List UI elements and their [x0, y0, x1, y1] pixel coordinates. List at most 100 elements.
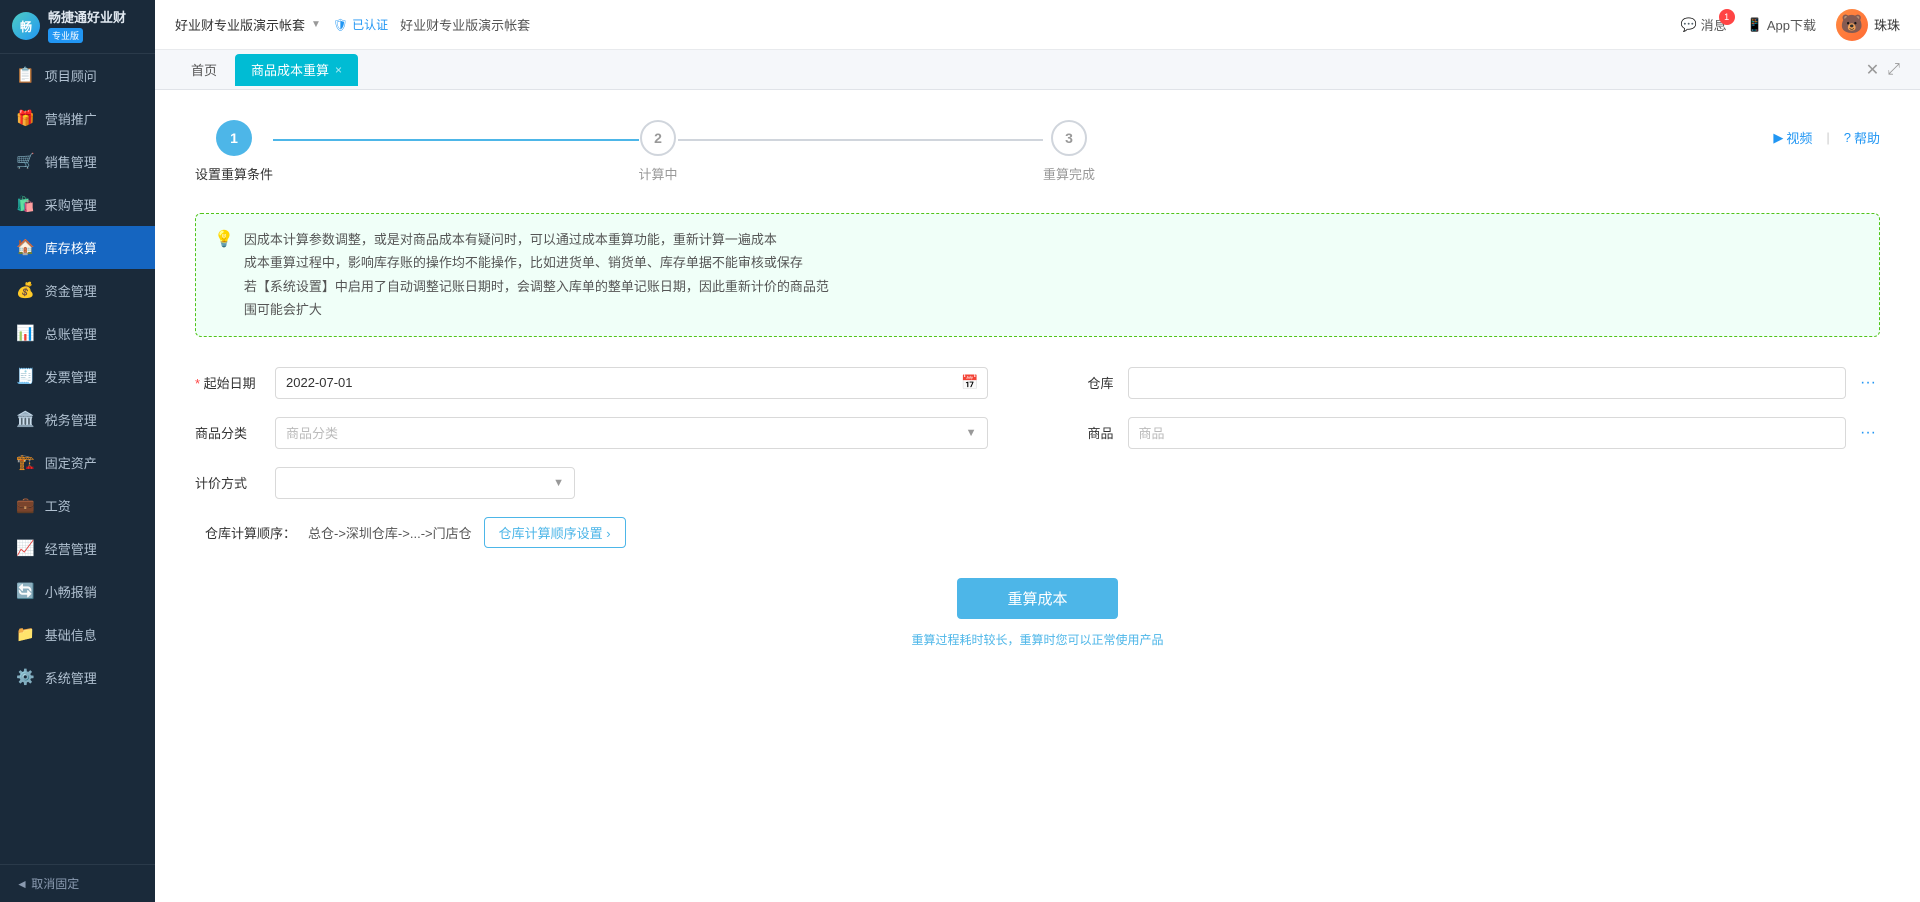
step-3: 3 重算完成: [1043, 120, 1095, 183]
start-date-group: 起始日期 📅: [195, 367, 988, 399]
start-date-input[interactable]: 📅: [275, 367, 988, 399]
recalculate-button[interactable]: 重算成本: [957, 578, 1117, 619]
calc-order-row: 仓库计算顺序： 总仓->深圳仓库->...->门店仓 仓库计算顺序设置 ›: [205, 517, 1880, 548]
sidebar-item-label: 项目顾问: [45, 66, 97, 85]
sidebar-item-inventory[interactable]: 🏠 库存核算: [0, 226, 155, 269]
step-1-circle: 1: [216, 120, 252, 156]
sidebar-item-payroll[interactable]: 💼 工资: [0, 484, 155, 527]
warehouse-group: 仓库 ···: [1088, 367, 1881, 399]
sidebar-nav: 📋 项目顾问 🎁 营销推广 🛒 销售管理 🛍️ 采购管理 🏠 库存核算 💰 资金…: [0, 54, 155, 864]
tab-home[interactable]: 首页: [175, 54, 233, 86]
form-section: 起始日期 📅 仓库 ···: [195, 367, 1880, 548]
sidebar-item-label: 销售管理: [45, 152, 97, 171]
sidebar-item-label: 基础信息: [45, 625, 97, 644]
form-row-2: 商品分类 商品分类 ▼ 商品 商品 ···: [195, 417, 1880, 449]
category-placeholder: 商品分类: [286, 423, 338, 442]
sidebar-item-tax[interactable]: 🏛️ 税务管理: [0, 398, 155, 441]
goods-more-icon[interactable]: ···: [1856, 424, 1880, 442]
question-icon: ?: [1844, 130, 1851, 145]
info-line-2: 成本重算过程中，影响库存账的操作均不能操作，比如进货单、销货单、库存单据不能审核…: [244, 251, 829, 274]
sidebar: 畅 畅捷通好业财 专业版 📋 项目顾问 🎁 营销推广 🛒 销售管理 🛍️ 采购管…: [0, 0, 155, 902]
start-date-field[interactable]: [276, 375, 953, 390]
pricing-group: 计价方式 ▼: [195, 467, 1880, 499]
form-row-3: 计价方式 ▼: [195, 467, 1880, 499]
info-line-4: 围可能会扩大: [244, 298, 829, 321]
step-line-2-3: [678, 139, 1043, 141]
sidebar-item-label: 采购管理: [45, 195, 97, 214]
system-icon: ⚙️: [16, 668, 35, 686]
play-icon: ▶: [1773, 130, 1783, 146]
goods-placeholder: 商品: [1139, 423, 1165, 442]
step-1-label: 设置重算条件: [195, 164, 273, 183]
pricing-label: 计价方式: [195, 473, 265, 492]
tab-cost-recalc-label: 商品成本重算: [251, 60, 329, 79]
sidebar-item-operation[interactable]: 📈 经营管理: [0, 527, 155, 570]
main-area: 好业财专业版演示帐套 ▼ 🛡 已认证 好业财专业版演示帐套 💬 消息 1 📱 A…: [155, 0, 1920, 902]
tab-close-icon[interactable]: ×: [335, 63, 342, 77]
warehouse-input[interactable]: [1128, 367, 1847, 399]
purchase-icon: 🛍️: [16, 195, 35, 213]
calendar-icon[interactable]: 📅: [953, 374, 986, 391]
calc-order-btn-label: 仓库计算顺序设置 ›: [499, 523, 611, 542]
sidebar-unpin-button[interactable]: ◄ 取消固定: [0, 864, 155, 902]
shield-icon: 🛡: [333, 18, 348, 32]
help-link[interactable]: ? 帮助: [1844, 128, 1880, 147]
sidebar-title-group: 畅捷通好业财 专业版: [48, 10, 126, 43]
sidebar-item-accounting[interactable]: 📊 总账管理: [0, 312, 155, 355]
account-selector[interactable]: 好业财专业版演示帐套 ▼: [175, 15, 321, 34]
topbar: 好业财专业版演示帐套 ▼ 🛡 已认证 好业财专业版演示帐套 💬 消息 1 📱 A…: [155, 0, 1920, 50]
warehouse-more-icon[interactable]: ···: [1856, 374, 1880, 392]
submit-note: 重算过程耗时较长，重算时您可以正常使用产品: [911, 631, 1163, 648]
account-full-name: 好业财专业版演示帐套: [400, 15, 530, 34]
sidebar-item-system[interactable]: ⚙️ 系统管理: [0, 656, 155, 699]
step-1: 1 设置重算条件: [195, 120, 273, 183]
maximize-icon[interactable]: ⤢: [1887, 61, 1900, 79]
tabbar-controls: ✕ ⤢: [1866, 60, 1900, 80]
sidebar-item-basic[interactable]: 📁 基础信息: [0, 613, 155, 656]
sidebar-item-invoice[interactable]: 🧾 发票管理: [0, 355, 155, 398]
tabbar: 首页 商品成本重算 × ✕ ⤢: [155, 50, 1920, 90]
assets-icon: 🏗️: [16, 453, 35, 471]
expense-icon: 🔄: [16, 582, 35, 600]
pricing-select[interactable]: ▼: [275, 467, 575, 499]
message-button[interactable]: 💬 消息 1: [1680, 15, 1726, 34]
info-line-3: 若【系统设置】中启用了自动调整记账日期时，会调整入库单的整单记账日期，因此重新计…: [244, 275, 829, 298]
sidebar-item-sales[interactable]: 🛒 销售管理: [0, 140, 155, 183]
close-window-icon[interactable]: ✕: [1866, 60, 1879, 80]
project-icon: 📋: [16, 66, 35, 84]
sidebar-item-project[interactable]: 📋 项目顾问: [0, 54, 155, 97]
goods-group: 商品 商品 ···: [1088, 417, 1881, 449]
steps-row: 1 设置重算条件 2 计算中 3: [195, 120, 1880, 183]
user-avatar: 🐻: [1836, 9, 1868, 41]
step-2-label: 计算中: [639, 164, 678, 183]
sidebar-item-label: 发票管理: [45, 367, 97, 386]
accounting-icon: 📊: [16, 324, 35, 342]
sidebar-item-marketing[interactable]: 🎁 营销推广: [0, 97, 155, 140]
sidebar-item-assets[interactable]: 🏗️ 固定资产: [0, 441, 155, 484]
sidebar-item-purchase[interactable]: 🛍️ 采购管理: [0, 183, 155, 226]
app-download-button[interactable]: 📱 App下载: [1747, 15, 1816, 34]
notification-count-badge: 1: [1719, 9, 1735, 25]
operation-icon: 📈: [16, 539, 35, 557]
sidebar-item-expense[interactable]: 🔄 小畅报销: [0, 570, 155, 613]
tab-cost-recalc[interactable]: 商品成本重算 ×: [235, 54, 358, 86]
recalculate-label: 重算成本: [1007, 591, 1067, 608]
video-link[interactable]: ▶ 视频: [1773, 128, 1812, 147]
step-2-number: 2: [654, 130, 662, 146]
steps-container: 1 设置重算条件 2 计算中 3: [195, 120, 1095, 183]
calc-order-value: 总仓->深圳仓库->...->门店仓: [308, 523, 472, 542]
video-label: 视频: [1786, 128, 1812, 147]
info-box: 💡 因成本计算参数调整，或是对商品成本有疑问时，可以通过成本重算功能，重新计算一…: [195, 213, 1880, 337]
goods-input[interactable]: 商品: [1128, 417, 1847, 449]
category-label: 商品分类: [195, 423, 265, 442]
step-1-number: 1: [230, 130, 238, 146]
account-name: 好业财专业版演示帐套: [175, 15, 305, 34]
help-links: ▶ 视频 | ? 帮助: [1773, 128, 1880, 147]
verified-text: 已认证: [352, 16, 388, 33]
app-logo-icon: 畅: [12, 12, 40, 40]
sidebar-item-finance[interactable]: 💰 资金管理: [0, 269, 155, 312]
calc-order-settings-button[interactable]: 仓库计算顺序设置 ›: [484, 517, 626, 548]
category-select[interactable]: 商品分类 ▼: [275, 417, 988, 449]
user-profile[interactable]: 🐻 珠珠: [1836, 9, 1900, 41]
info-text: 因成本计算参数调整，或是对商品成本有疑问时，可以通过成本重算功能，重新计算一遍成…: [244, 228, 829, 322]
